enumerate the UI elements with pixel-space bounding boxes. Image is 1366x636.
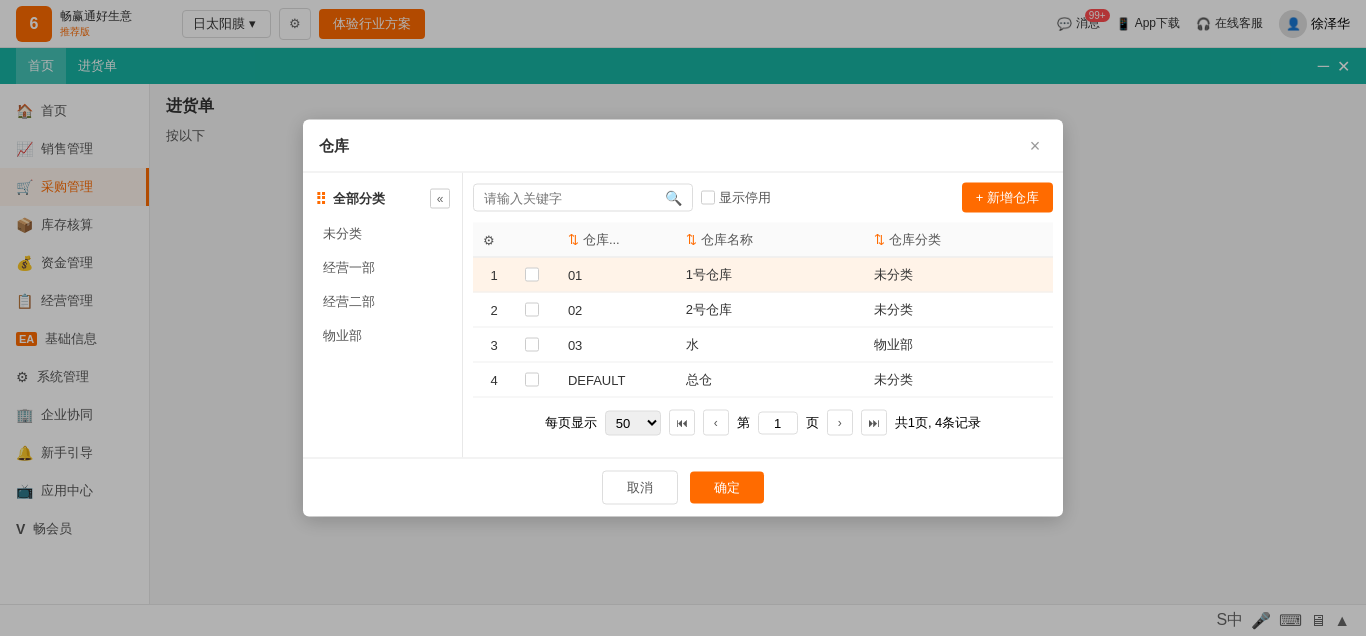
th-code: ⇅仓库...: [558, 223, 676, 258]
row-name-2: 水: [676, 327, 865, 362]
page-first-btn[interactable]: ⏮: [669, 410, 695, 436]
warehouse-table: ⚙ ⇅仓库... ⇅仓库名称 ⇅仓库分类: [473, 223, 1053, 398]
row-num-1: 2: [473, 292, 515, 327]
th-check: [515, 223, 557, 258]
table-row[interactable]: 1 01 1号仓库 未分类: [473, 257, 1053, 292]
search-input-wrap: 🔍: [473, 184, 693, 212]
row-code-0: 01: [558, 257, 676, 292]
row-category-1: 未分类: [864, 292, 1053, 327]
search-input[interactable]: [484, 190, 665, 205]
new-warehouse-btn[interactable]: + 新增仓库: [962, 183, 1053, 213]
category-item-dept2[interactable]: 经营二部: [303, 285, 462, 319]
category-dots-icon: ⠿: [315, 189, 327, 208]
category-item-dept1[interactable]: 经营一部: [303, 251, 462, 285]
confirm-button[interactable]: 确定: [690, 472, 764, 504]
th-category: ⇅仓库分类: [864, 223, 1053, 258]
page-size-select[interactable]: 50 100: [605, 410, 661, 435]
pagination: 每页显示 50 100 ⏮ ‹ 第 页 › ⏭ 共1页, 4条记录: [473, 398, 1053, 448]
modal-body: ⠿ 全部分类 « 未分类 经营一部 经营二部 物业部 🔍 显示停用: [303, 173, 1063, 458]
modal-footer: 取消 确定: [303, 458, 1063, 517]
row-check-1: [515, 292, 557, 327]
modal-header: 仓库 ×: [303, 120, 1063, 173]
page-prev-btn[interactable]: ‹: [703, 410, 729, 436]
page-last-btn[interactable]: ⏭: [861, 410, 887, 436]
sort-icon-name: ⇅: [686, 232, 697, 247]
warehouse-modal: 仓库 × ⠿ 全部分类 « 未分类 经营一部 经营二部 物业部: [303, 120, 1063, 517]
row-name-1: 2号仓库: [676, 292, 865, 327]
row-category-0: 未分类: [864, 257, 1053, 292]
row-name-3: 总仓: [676, 362, 865, 397]
row-checkbox-1[interactable]: [525, 303, 539, 317]
category-item-unclassified[interactable]: 未分类: [303, 217, 462, 251]
modal-close-btn[interactable]: ×: [1023, 134, 1047, 158]
table-header-row: ⚙ ⇅仓库... ⇅仓库名称 ⇅仓库分类: [473, 223, 1053, 258]
row-name-0: 1号仓库: [676, 257, 865, 292]
row-checkbox-0[interactable]: [525, 268, 539, 282]
page-input[interactable]: [758, 411, 798, 434]
row-checkbox-2[interactable]: [525, 338, 539, 352]
sort-icon-category: ⇅: [874, 232, 885, 247]
row-code-2: 03: [558, 327, 676, 362]
collapse-btn[interactable]: «: [430, 189, 450, 209]
show-disabled-checkbox[interactable]: [701, 191, 715, 205]
table-row[interactable]: 2 02 2号仓库 未分类: [473, 292, 1053, 327]
th-name: ⇅仓库名称: [676, 223, 865, 258]
row-num-3: 4: [473, 362, 515, 397]
th-gear: ⚙: [473, 223, 515, 258]
row-code-3: DEFAULT: [558, 362, 676, 397]
right-panel: 🔍 显示停用 + 新增仓库 ⚙ ⇅仓库...: [463, 173, 1063, 458]
sort-icon-code: ⇅: [568, 232, 579, 247]
table-row[interactable]: 3 03 水 物业部: [473, 327, 1053, 362]
row-num-2: 3: [473, 327, 515, 362]
search-icon[interactable]: 🔍: [665, 190, 682, 206]
category-item-property[interactable]: 物业部: [303, 319, 462, 353]
search-bar: 🔍 显示停用 + 新增仓库: [473, 183, 1053, 213]
category-header: ⠿ 全部分类 «: [303, 181, 462, 217]
row-checkbox-3[interactable]: [525, 373, 539, 387]
page-next-btn[interactable]: ›: [827, 410, 853, 436]
table-row[interactable]: 4 DEFAULT 总仓 未分类: [473, 362, 1053, 397]
row-check-0: [515, 257, 557, 292]
cancel-button[interactable]: 取消: [602, 471, 678, 505]
row-category-2: 物业部: [864, 327, 1053, 362]
row-num-0: 1: [473, 257, 515, 292]
category-all[interactable]: ⠿ 全部分类: [315, 189, 385, 208]
show-disabled-wrap: 显示停用: [701, 189, 771, 207]
row-category-3: 未分类: [864, 362, 1053, 397]
row-check-3: [515, 362, 557, 397]
row-code-1: 02: [558, 292, 676, 327]
modal-title: 仓库: [319, 136, 349, 155]
category-panel: ⠿ 全部分类 « 未分类 经营一部 经营二部 物业部: [303, 173, 463, 458]
row-check-2: [515, 327, 557, 362]
